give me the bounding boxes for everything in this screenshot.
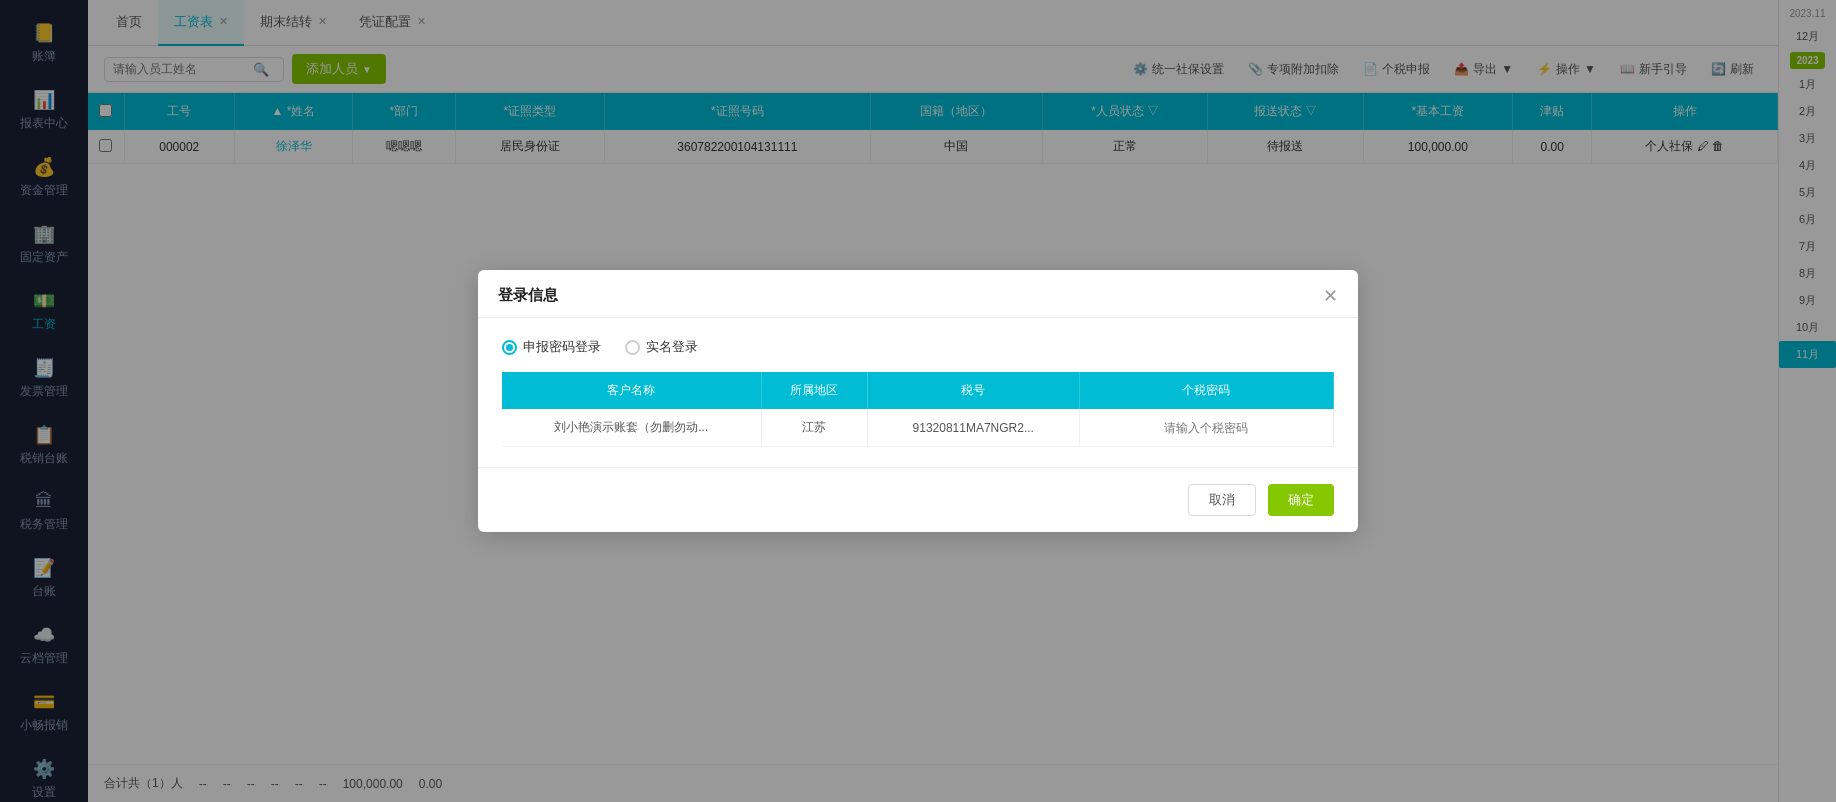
dialog-cell-password[interactable] bbox=[1079, 409, 1333, 447]
dialog-col-taxno: 税号 bbox=[867, 372, 1079, 409]
radio-realname-login[interactable]: 实名登录 bbox=[625, 338, 698, 356]
radio-group: 申报密码登录 实名登录 bbox=[502, 338, 1334, 356]
dialog-cell-region: 江苏 bbox=[761, 409, 867, 447]
dialog-footer: 取消 确定 bbox=[478, 467, 1358, 532]
dialog-col-region: 所属地区 bbox=[761, 372, 867, 409]
dialog-table-row: 刘小艳演示账套（勿删勿动... 江苏 91320811MA7NGR2... bbox=[502, 409, 1334, 447]
cancel-button[interactable]: 取消 bbox=[1188, 484, 1256, 516]
dialog-table: 客户名称 所属地区 税号 个税密码 刘小艳演示账套（勿删勿动... 江苏 913… bbox=[502, 372, 1334, 447]
dialog-title: 登录信息 bbox=[498, 286, 558, 305]
dialog-cell-taxno: 91320811MA7NGR2... bbox=[867, 409, 1079, 447]
dialog-body: 申报密码登录 实名登录 客户名称 所属地区 税号 个税密码 bbox=[478, 318, 1358, 467]
dialog-close-button[interactable]: ✕ bbox=[1323, 287, 1338, 305]
dialog-overlay: 登录信息 ✕ 申报密码登录 实名登录 bbox=[0, 0, 1836, 802]
radio-realname-dot bbox=[625, 340, 640, 355]
login-dialog: 登录信息 ✕ 申报密码登录 实名登录 bbox=[478, 270, 1358, 532]
dialog-header: 登录信息 ✕ bbox=[478, 270, 1358, 318]
radio-password-login[interactable]: 申报密码登录 bbox=[502, 338, 601, 356]
password-input[interactable] bbox=[1092, 421, 1321, 435]
dialog-col-password: 个税密码 bbox=[1079, 372, 1333, 409]
confirm-button[interactable]: 确定 bbox=[1268, 484, 1334, 516]
radio-password-dot bbox=[502, 340, 517, 355]
dialog-col-name: 客户名称 bbox=[502, 372, 761, 409]
dialog-cell-name: 刘小艳演示账套（勿删勿动... bbox=[502, 409, 761, 447]
